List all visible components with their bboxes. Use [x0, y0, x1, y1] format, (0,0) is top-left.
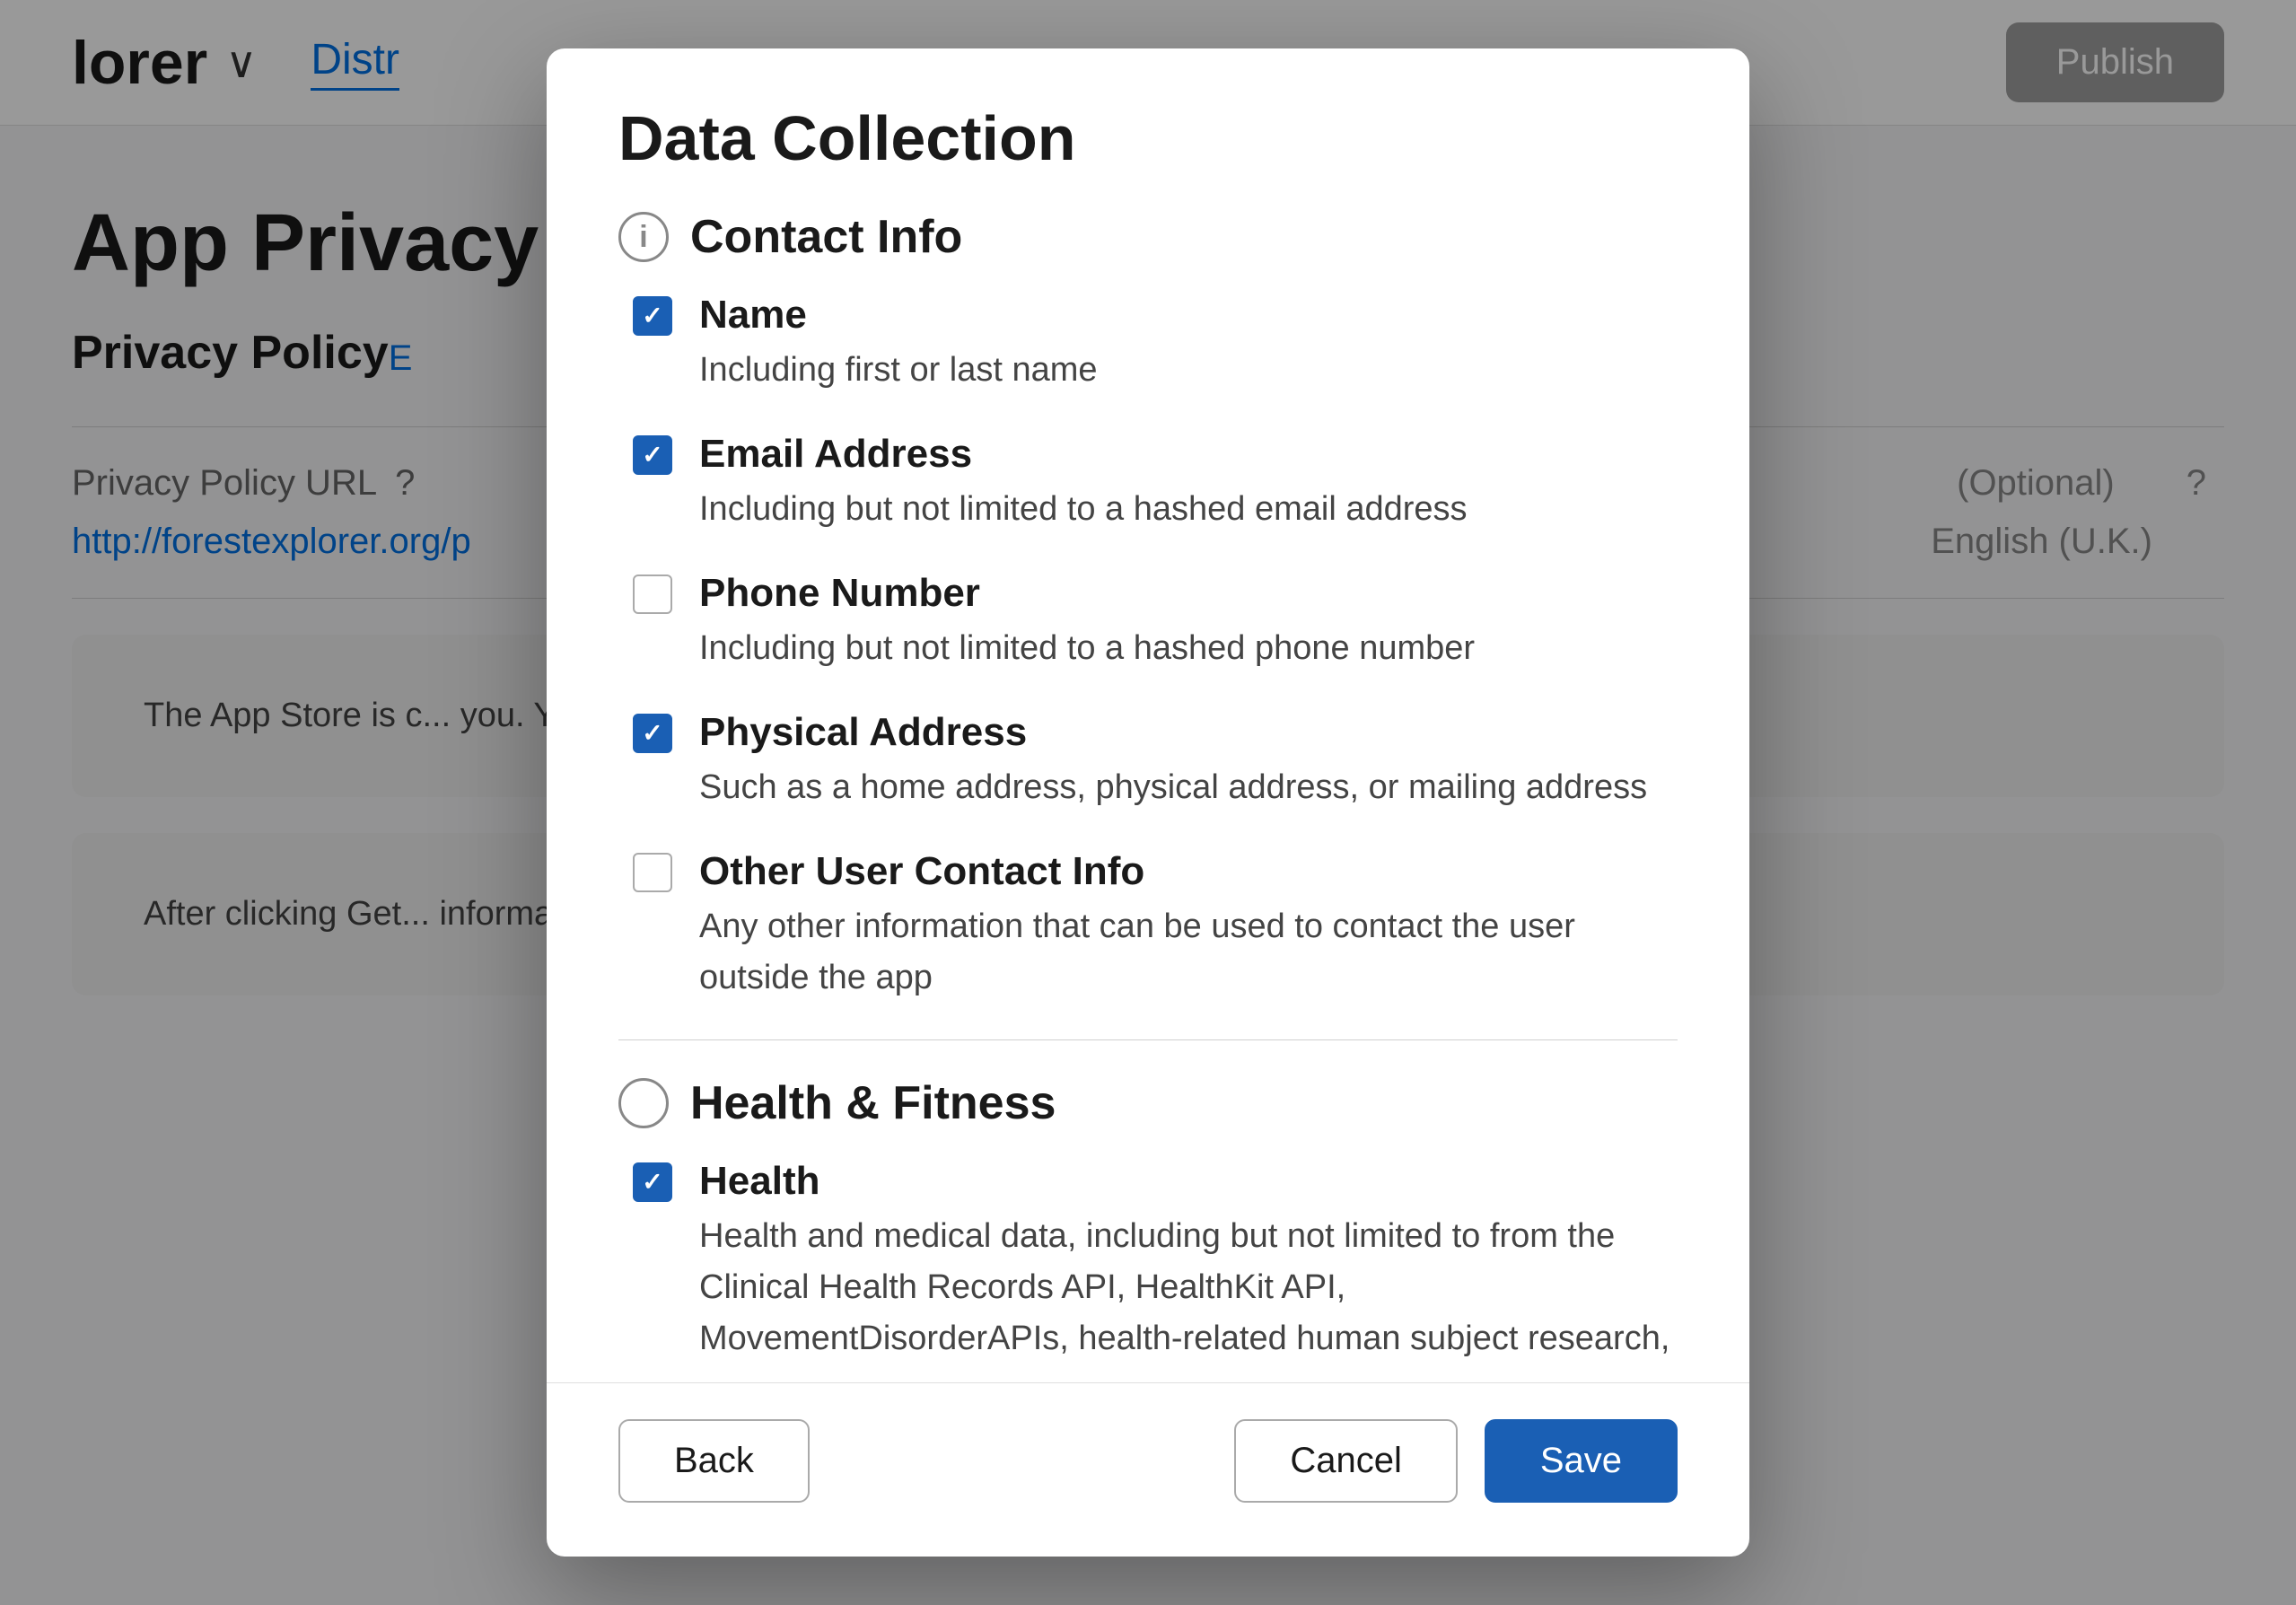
other-contact-checkbox[interactable] — [633, 853, 672, 892]
other-contact-content: Other User Contact Info Any other inform… — [699, 849, 1678, 1004]
name-desc: Including first or last name — [699, 351, 1098, 389]
physical-address-desc: Such as a home address, physical address… — [699, 768, 1647, 806]
name-checkbox[interactable] — [633, 296, 672, 336]
other-contact-label: Other User Contact Info — [699, 849, 1678, 894]
phone-checkbox-wrapper — [627, 571, 678, 621]
physical-address-content: Physical Address Such as a home address,… — [699, 710, 1678, 813]
name-content: Name Including first or last name — [699, 293, 1678, 396]
name-label: Name — [699, 293, 1678, 338]
footer-right-actions: Cancel Save — [1234, 1419, 1678, 1503]
email-checkbox[interactable] — [633, 435, 672, 475]
name-checkbox-wrapper — [627, 293, 678, 343]
modal-header: Data Collection — [547, 48, 1749, 210]
physical-address-label: Physical Address — [699, 710, 1678, 755]
health-desc: Health and medical data, including but n… — [699, 1217, 1669, 1364]
health-fitness-icon — [618, 1078, 669, 1128]
contact-info-title: Contact Info — [690, 210, 962, 264]
physical-address-checkbox[interactable] — [633, 714, 672, 753]
phone-content: Phone Number Including but not limited t… — [699, 571, 1678, 674]
health-label: Health — [699, 1159, 1678, 1204]
email-label: Email Address — [699, 432, 1678, 477]
physical-address-checkbox-wrapper — [627, 710, 678, 760]
physical-address-item: Physical Address Such as a home address,… — [618, 710, 1678, 813]
name-item: Name Including first or last name — [618, 293, 1678, 396]
section-divider-1 — [618, 1039, 1678, 1040]
save-button[interactable]: Save — [1485, 1419, 1678, 1503]
data-collection-modal: Data Collection i Contact Info Name Incl… — [547, 48, 1749, 1557]
contact-info-section: i Contact Info Name Including first or l… — [618, 210, 1678, 1004]
back-button[interactable]: Back — [618, 1419, 810, 1503]
phone-checkbox[interactable] — [633, 574, 672, 614]
other-contact-item: Other User Contact Info Any other inform… — [618, 849, 1678, 1004]
cancel-button[interactable]: Cancel — [1234, 1419, 1458, 1503]
modal-title: Data Collection — [618, 102, 1678, 174]
info-icon: i — [618, 212, 669, 262]
health-fitness-title: Health & Fitness — [690, 1076, 1056, 1130]
modal-body: i Contact Info Name Including first or l… — [547, 210, 1749, 1364]
other-contact-desc: Any other information that can be used t… — [699, 908, 1575, 996]
email-item: Email Address Including but not limited … — [618, 432, 1678, 535]
health-content: Health Health and medical data, includin… — [699, 1159, 1678, 1364]
phone-item: Phone Number Including but not limited t… — [618, 571, 1678, 674]
health-item: Health Health and medical data, includin… — [618, 1159, 1678, 1364]
email-desc: Including but not limited to a hashed em… — [699, 490, 1468, 528]
health-checkbox[interactable] — [633, 1162, 672, 1202]
health-fitness-header: Health & Fitness — [618, 1076, 1678, 1130]
health-fitness-section: Health & Fitness Health Health and medic… — [618, 1076, 1678, 1364]
email-content: Email Address Including but not limited … — [699, 432, 1678, 535]
health-checkbox-wrapper — [627, 1159, 678, 1209]
email-checkbox-wrapper — [627, 432, 678, 482]
phone-desc: Including but not limited to a hashed ph… — [699, 629, 1475, 667]
other-contact-checkbox-wrapper — [627, 849, 678, 899]
phone-label: Phone Number — [699, 571, 1678, 616]
contact-info-header: i Contact Info — [618, 210, 1678, 264]
modal-footer: Back Cancel Save — [547, 1382, 1749, 1557]
